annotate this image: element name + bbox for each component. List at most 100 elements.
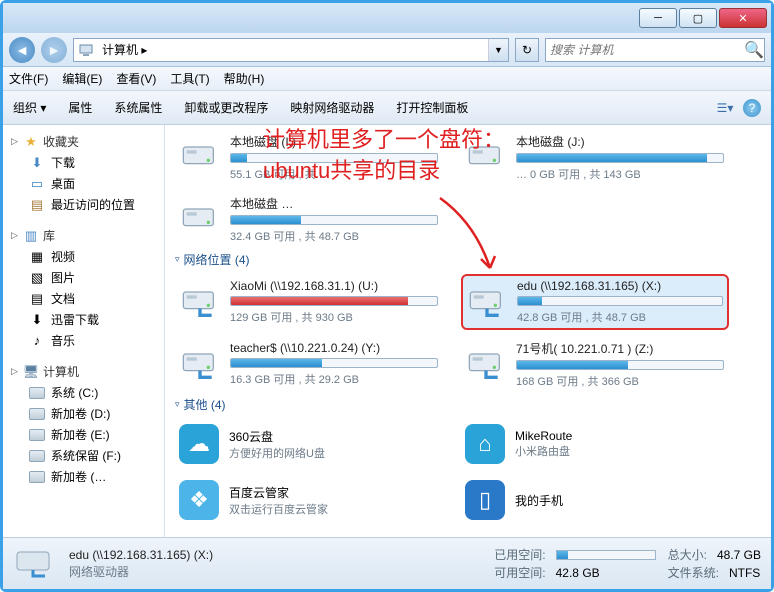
- drive-item[interactable]: XiaoMi (\\192.168.31.1) (U:) 129 GB 可用 ,…: [175, 274, 443, 330]
- back-button[interactable]: ◄: [9, 37, 35, 63]
- sidebar-item-downloads[interactable]: ⬇下载: [7, 152, 164, 173]
- drive-item[interactable]: 本地磁盘 (I:) 55.1 GB 可用 , 共 …: [175, 129, 443, 185]
- sidebar-item-drive-f[interactable]: 系统保留 (F:): [7, 445, 164, 466]
- forward-button[interactable]: ►: [41, 37, 67, 63]
- computer-icon: [74, 42, 98, 58]
- drive-item[interactable]: teacher$ (\\10.221.0.24) (Y:) 16.3 GB 可用…: [175, 336, 443, 392]
- network-drive-icon: [467, 282, 507, 322]
- view-mode-button[interactable]: ☰▾: [715, 98, 735, 118]
- sidebar-favorites-header[interactable]: ▷★收藏夹: [7, 131, 164, 152]
- status-avail-value: 42.8 GB: [556, 566, 600, 580]
- drive-usage-bar: [516, 360, 724, 370]
- drive-subtext: 42.8 GB 可用 , 共 48.7 GB: [517, 309, 723, 325]
- sidebar-item-drive-e[interactable]: 新加卷 (E:): [7, 424, 164, 445]
- nav-bar: ◄ ► 计算机 ▸ ▼ ↻ 🔍: [3, 33, 771, 67]
- other-name: 百度云管家: [229, 484, 328, 501]
- app-icon: ❖: [179, 480, 219, 520]
- library-icon: ▥: [23, 228, 39, 244]
- status-fs-value: NTFS: [729, 566, 760, 580]
- app-icon: ⌂: [465, 424, 505, 464]
- close-button[interactable]: ✕: [719, 8, 767, 28]
- drive-name: edu (\\192.168.31.165) (X:): [517, 279, 723, 293]
- sidebar-item-xunlei[interactable]: ⬇迅雷下载: [7, 309, 164, 330]
- other-subtext: 双击运行百度云管家: [229, 501, 328, 517]
- drive-item[interactable]: 本地磁盘 … 32.4 GB 可用 , 共 48.7 GB: [175, 191, 443, 247]
- sidebar-item-music[interactable]: ♪音乐: [7, 330, 164, 351]
- status-total-value: 48.7 GB: [717, 548, 761, 562]
- desktop-icon: ▭: [29, 176, 45, 192]
- document-icon: ▤: [29, 291, 45, 307]
- drive-usage-bar: [517, 296, 723, 306]
- download-icon: ⬇: [29, 155, 45, 171]
- sidebar-item-pictures[interactable]: ▧图片: [7, 267, 164, 288]
- status-bar: edu (\\192.168.31.165) (X:) 网络驱动器 已用空间: …: [3, 537, 771, 589]
- control-panel-button[interactable]: 打开控制面板: [396, 99, 468, 116]
- network-drive-icon: [180, 344, 220, 384]
- explorer-window: ─ ▢ ✕ ◄ ► 计算机 ▸ ▼ ↻ 🔍 文件(F) 编辑(E) 查看(V) …: [0, 0, 774, 592]
- other-item[interactable]: ▯ 我的手机: [461, 475, 729, 525]
- address-dropdown[interactable]: ▼: [488, 39, 508, 61]
- drive-usage-bar: [230, 153, 438, 163]
- computer-icon: 🖥: [23, 364, 39, 380]
- other-item[interactable]: ❖ 百度云管家双击运行百度云管家: [175, 475, 443, 525]
- other-item[interactable]: ⌂ MikeRoute小米路由盘: [461, 419, 729, 469]
- main-pane: 本地磁盘 (I:) 55.1 GB 可用 , 共 … 本地磁盘 (J:) … 0…: [165, 125, 771, 537]
- menu-view[interactable]: 查看(V): [116, 70, 156, 87]
- other-subtext: 方便好用的网络U盘: [229, 445, 325, 461]
- sidebar-item-drive-d[interactable]: 新加卷 (D:): [7, 403, 164, 424]
- drive-name: 71号机( 10.221.0.71 ) (Z:): [516, 340, 724, 357]
- drive-usage-bar: [230, 296, 438, 306]
- sidebar-item-drive-c[interactable]: 系统 (C:): [7, 382, 164, 403]
- menu-tools[interactable]: 工具(T): [170, 70, 209, 87]
- sidebar-item-documents[interactable]: ▤文档: [7, 288, 164, 309]
- search-input[interactable]: [546, 43, 744, 57]
- sidebar-item-videos[interactable]: ▦视频: [7, 246, 164, 267]
- menu-edit[interactable]: 编辑(E): [62, 70, 102, 87]
- uninstall-button[interactable]: 卸载或更改程序: [184, 99, 268, 116]
- video-icon: ▦: [29, 249, 45, 265]
- menu-file[interactable]: 文件(F): [9, 70, 48, 87]
- organize-button[interactable]: 组织 ▾: [13, 99, 46, 116]
- star-icon: ★: [23, 134, 39, 150]
- network-drive-icon: [180, 282, 220, 322]
- drive-item[interactable]: 本地磁盘 (J:) … 0 GB 可用 , 共 143 GB: [461, 129, 729, 185]
- section-other-header[interactable]: ▿其他 (4): [175, 396, 761, 413]
- address-bar[interactable]: 计算机 ▸ ▼: [73, 38, 509, 62]
- network-drive-icon: [13, 544, 57, 584]
- refresh-button[interactable]: ↻: [515, 38, 539, 62]
- drive-name: 本地磁盘 (J:): [516, 133, 724, 150]
- section-network-header[interactable]: ▿网络位置 (4): [175, 251, 761, 268]
- drive-item[interactable]: 71号机( 10.221.0.71 ) (Z:) 168 GB 可用 , 共 3…: [461, 336, 729, 392]
- drive-icon: [29, 408, 45, 420]
- sidebar-item-recent[interactable]: ▤最近访问的位置: [7, 194, 164, 215]
- app-icon: ▯: [465, 480, 505, 520]
- drive-item[interactable]: edu (\\192.168.31.165) (X:) 42.8 GB 可用 ,…: [461, 274, 729, 330]
- minimize-button[interactable]: ─: [639, 8, 677, 28]
- other-name: MikeRoute: [515, 429, 572, 443]
- toolbar: 组织 ▾ 属性 系统属性 卸载或更改程序 映射网络驱动器 打开控制面板 ☰▾ ?: [3, 91, 771, 125]
- other-name: 我的手机: [515, 492, 563, 509]
- status-avail-label: 可用空间:: [494, 564, 545, 581]
- sidebar-computer-header[interactable]: ▷🖥计算机: [7, 361, 164, 382]
- status-fs-label: 文件系统:: [668, 564, 719, 581]
- sidebar-library-header[interactable]: ▷▥库: [7, 225, 164, 246]
- sidebar-item-drive-more[interactable]: 新加卷 (…: [7, 466, 164, 487]
- network-drive-icon: [466, 344, 506, 384]
- drive-subtext: … 0 GB 可用 , 共 143 GB: [516, 166, 724, 182]
- properties-button[interactable]: 属性: [68, 99, 92, 116]
- maximize-button[interactable]: ▢: [679, 8, 717, 28]
- sidebar-item-desktop[interactable]: ▭桌面: [7, 173, 164, 194]
- other-item[interactable]: ☁ 360云盘方便好用的网络U盘: [175, 419, 443, 469]
- help-button[interactable]: ?: [743, 99, 761, 117]
- picture-icon: ▧: [29, 270, 45, 286]
- map-drive-button[interactable]: 映射网络驱动器: [290, 99, 374, 116]
- other-name: 360云盘: [229, 428, 325, 445]
- menu-help[interactable]: 帮助(H): [224, 70, 265, 87]
- recent-icon: ▤: [29, 197, 45, 213]
- search-box[interactable]: 🔍: [545, 38, 765, 62]
- drive-icon: [29, 387, 45, 399]
- drive-name: XiaoMi (\\192.168.31.1) (U:): [230, 279, 438, 293]
- drive-usage-bar: [230, 215, 438, 225]
- system-properties-button[interactable]: 系统属性: [114, 99, 162, 116]
- drive-icon: [29, 471, 45, 483]
